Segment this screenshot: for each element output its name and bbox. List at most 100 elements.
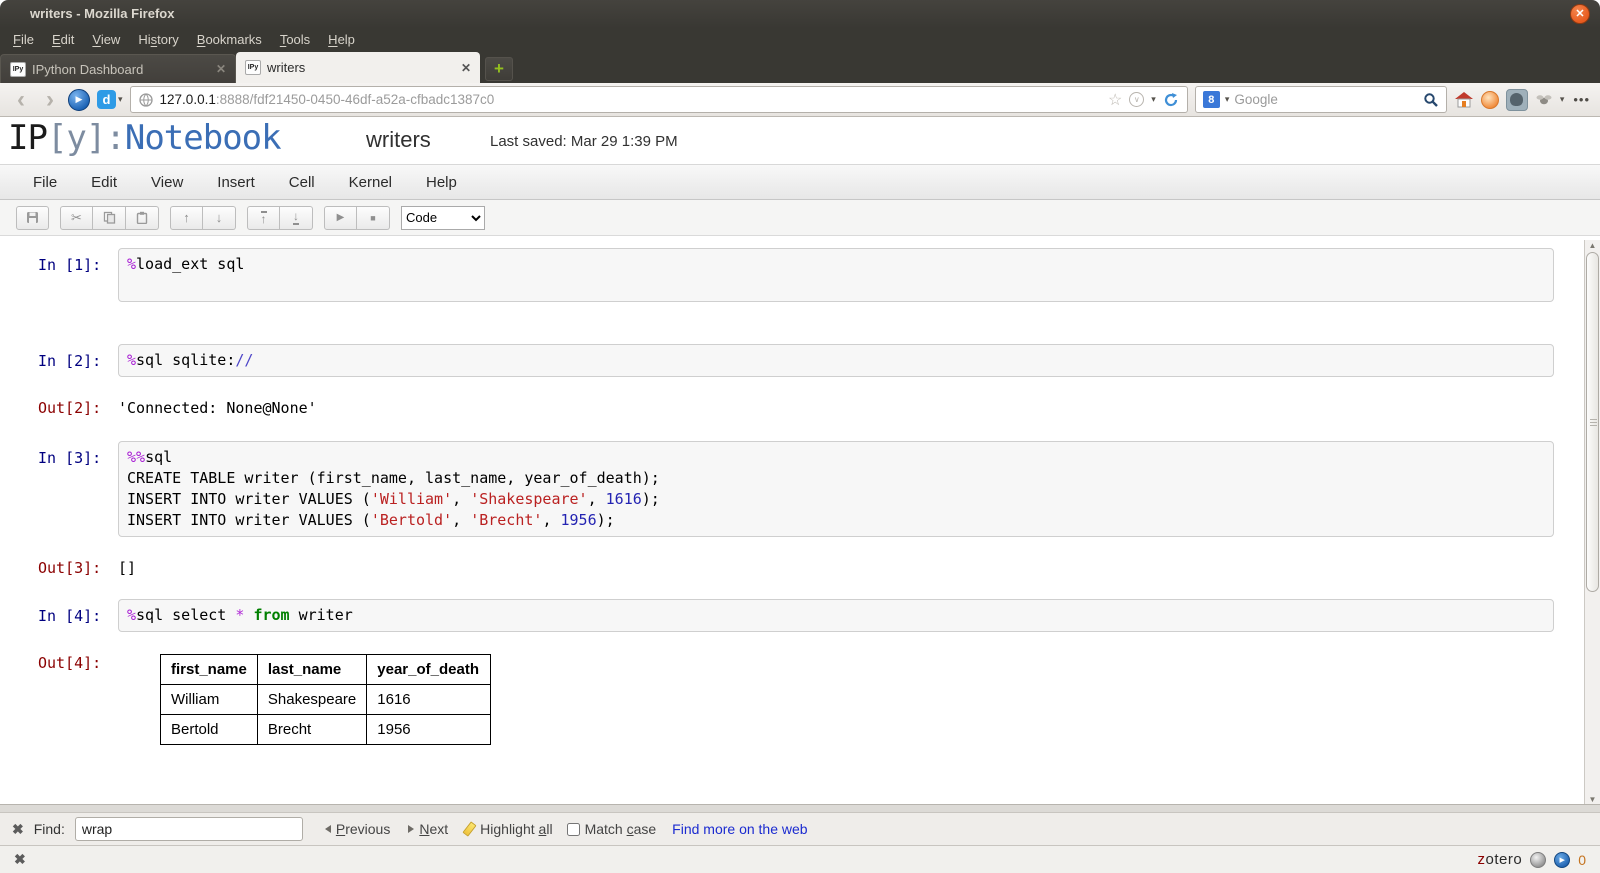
find-toolbar: ✖ Find: Previous Next Highlight all Matc… [0, 812, 1600, 845]
run-cell-button[interactable]: ▶ [324, 205, 357, 230]
home-icon[interactable] [1454, 91, 1474, 108]
highlight-all-button[interactable]: Highlight all [462, 821, 556, 837]
code-token: 'William' [370, 490, 453, 508]
ipython-favicon: IPy [245, 60, 261, 75]
fly-addon-icon[interactable] [1535, 93, 1553, 107]
close-icon[interactable]: ✖ [12, 821, 24, 838]
scrollbar-thumb[interactable] [1586, 252, 1599, 592]
bookmark-star-icon[interactable]: ☆ [1108, 90, 1122, 110]
code-input-area[interactable]: %%sql CREATE TABLE writer (first_name, la… [118, 441, 1554, 537]
find-input[interactable] [74, 817, 303, 841]
paste-cell-button[interactable] [126, 205, 159, 230]
find-next-button[interactable]: Next [404, 821, 452, 837]
table-header-cell: year_of_death [366, 654, 492, 685]
tab-label: IPython Dashboard [32, 61, 144, 77]
vertical-scrollbar[interactable]: ▲ ▼ [1584, 240, 1600, 806]
zotero-sphere-icon[interactable] [1530, 851, 1547, 868]
code-token: ); [596, 511, 615, 529]
menu-dots-icon[interactable]: ••• [1573, 92, 1590, 107]
logo-ip: IP [8, 118, 48, 158]
code-token: // [235, 351, 254, 369]
notebook-menu-help[interactable]: Help [409, 174, 474, 191]
tab-writers[interactable]: IPy writers ✕ [236, 52, 480, 83]
menu-item-file[interactable]: File [4, 28, 43, 52]
menu-item-bookmarks[interactable]: Bookmarks [188, 28, 271, 52]
pocket-icon[interactable]: ∨ [1129, 92, 1145, 107]
match-case-toggle[interactable]: Match case [566, 821, 656, 837]
code-input-area[interactable]: %sql sqlite:// [118, 344, 1554, 377]
ipython-notebook-logo[interactable]: IP[y]:Notebook [8, 118, 282, 158]
code-input-area[interactable]: %sql select * from writer [118, 599, 1554, 632]
cell-type-select[interactable]: Code [401, 205, 485, 230]
input-prompt: In [3]: [38, 449, 102, 467]
chevron-down-icon[interactable]: ▾ [1151, 94, 1156, 105]
notebook-menu-insert[interactable]: Insert [200, 174, 272, 191]
tab-ipython-dashboard[interactable]: IPy IPython Dashboard ✕ [0, 54, 236, 83]
downloadhelper-button[interactable]: d ▾ [97, 90, 123, 109]
find-previous-button[interactable]: Previous [321, 821, 394, 837]
smiley-addon-icon[interactable] [1480, 90, 1499, 109]
play-orb-icon[interactable]: ▶ [68, 88, 90, 111]
insert-cell-above-button[interactable]: ↑ [247, 205, 280, 230]
notebook-menu-edit[interactable]: Edit [74, 174, 134, 191]
code-token: 1956 [560, 511, 597, 529]
code-token: sql sqlite: [136, 351, 236, 369]
copy-icon [103, 211, 115, 224]
zotero-label[interactable]: zotero [1478, 851, 1523, 868]
move-cell-down-button[interactable]: ↓ [203, 205, 236, 230]
notebook-toolbar: ✂ ↑ ↓ ↑ ↓ ▶ ■ Code [0, 200, 1600, 236]
window-close-icon[interactable]: ✕ [1570, 4, 1590, 24]
url-path: :8888/fdf21450-0450-46df-a52a-cfbadc1387… [215, 92, 495, 107]
highlight-all-label: Highlight all [480, 821, 553, 837]
scroll-up-icon[interactable]: ▲ [1585, 240, 1600, 252]
code-token: ); [641, 490, 660, 508]
insert-group: ↑ ↓ [247, 205, 313, 230]
code-cell: In [2]: %sql sqlite:// [0, 344, 1554, 377]
code-token: 1616 [605, 490, 642, 508]
notebook-menu-cell[interactable]: Cell [272, 174, 332, 191]
insert-cell-below-button[interactable]: ↓ [280, 205, 313, 230]
save-button[interactable] [16, 205, 49, 230]
run-group: ▶ ■ [324, 205, 390, 230]
move-cell-up-button[interactable]: ↑ [170, 205, 203, 230]
toolbar-dropdown-icon[interactable]: ▾ [1560, 94, 1565, 105]
search-engine-dropdown-icon[interactable]: ▾ [1225, 94, 1230, 105]
notebook-menu-kernel[interactable]: Kernel [332, 174, 409, 191]
logo-y: [y]: [46, 118, 126, 158]
notebook-menu-view[interactable]: View [134, 174, 200, 191]
menu-item-edit[interactable]: Edit [43, 28, 83, 52]
save-icon [27, 212, 38, 223]
code-input-area[interactable]: %load_ext sql [118, 248, 1554, 302]
url-bar[interactable]: 127.0.0.1 :8888/fdf21450-0450-46df-a52a-… [129, 86, 1188, 113]
back-icon[interactable]: ‹ [10, 87, 32, 112]
menu-item-tools[interactable]: Tools [271, 28, 319, 52]
notebook-menu-file[interactable]: File [16, 174, 74, 191]
addon-bar-right: zotero ▶ 0 [1478, 851, 1587, 868]
zotero-play-icon[interactable]: ▶ [1554, 851, 1571, 868]
reload-icon[interactable] [1163, 92, 1179, 108]
menu-item-view[interactable]: View [83, 28, 129, 52]
table-header-cell: last_name [256, 654, 368, 685]
table-cell: Shakespeare [256, 684, 368, 715]
move-down-icon: ↓ [215, 210, 223, 225]
notebook-title[interactable]: writers [366, 127, 431, 153]
search-bar[interactable]: 8 ▾ Google [1194, 86, 1447, 113]
code-token: INSERT INTO writer VALUES ( [127, 511, 371, 529]
close-icon[interactable]: ✕ [461, 61, 471, 75]
forward-icon[interactable]: › [39, 87, 61, 112]
close-icon[interactable]: ✕ [216, 62, 226, 76]
url-host: 127.0.0.1 [159, 92, 216, 107]
menu-item-history[interactable]: History [129, 28, 187, 52]
table-row: Bertold Brecht 1956 [160, 714, 492, 745]
search-icon[interactable] [1423, 92, 1439, 108]
find-more-link[interactable]: Find more on the web [672, 821, 807, 837]
close-icon[interactable]: ✖ [14, 851, 26, 868]
menu-item-help[interactable]: Help [319, 28, 364, 52]
evernote-icon[interactable] [1505, 88, 1528, 111]
copy-cell-button[interactable] [93, 205, 126, 230]
match-case-checkbox[interactable] [566, 822, 580, 836]
code-token: CREATE TABLE writer (first_name, last_na… [127, 469, 660, 487]
cut-cell-button[interactable]: ✂ [60, 205, 93, 230]
new-tab-button[interactable]: + [485, 57, 513, 81]
interrupt-kernel-button[interactable]: ■ [357, 205, 390, 230]
